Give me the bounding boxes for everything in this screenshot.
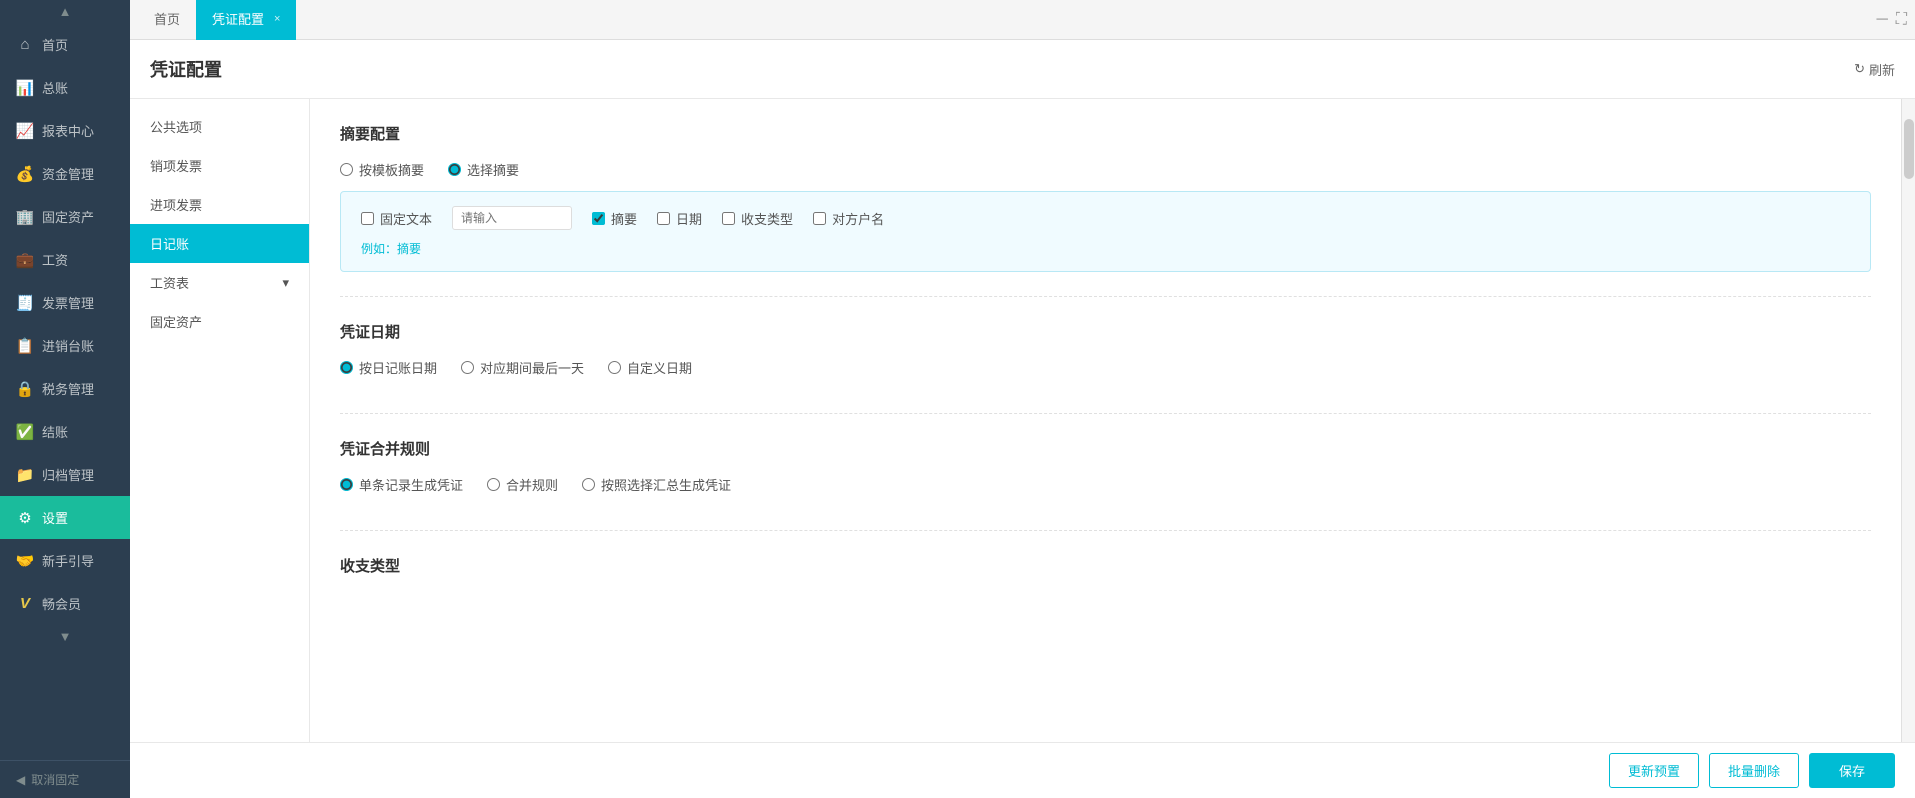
page-title: 凭证配置: [150, 56, 222, 82]
voucher-date-section: 凭证日期 按日记账日期 对应期间最后一天 自定义日期: [340, 321, 1871, 414]
sidebar: ▲ ⌂ 首页 📊 总账 📈 报表中心 💰 资金管理 🏢 固定资产 💼 工资 🧾 …: [0, 0, 130, 798]
merge-radio-single[interactable]: 单条记录生成凭证: [340, 475, 463, 494]
content-body: 公共选项 销项发票 进项发票 日记账 工资表 ▾ 固定资产: [130, 99, 1915, 742]
income-expense-title: 收支类型: [340, 555, 1871, 576]
sidebar-item-ledger[interactable]: 📊 总账: [0, 66, 130, 109]
archive-icon: 📁: [16, 466, 34, 484]
sidebar-scroll-down[interactable]: ▼: [0, 625, 130, 648]
sidebar-item-funds[interactable]: 💰 资金管理: [0, 152, 130, 195]
main-area: 首页 凭证配置 × ─ ⛶ 凭证配置 ↻ 刷新 公共选项 销项发票 进: [130, 0, 1915, 798]
refresh-icon: ↻: [1854, 61, 1865, 77]
checkbox-fixed-text[interactable]: 固定文本: [361, 209, 432, 228]
pin-icon: ◀: [16, 773, 25, 787]
tax-icon: 🔒: [16, 380, 34, 398]
merge-radio-summary[interactable]: 按照选择汇总生成凭证: [582, 475, 731, 494]
batch-delete-button[interactable]: 批量删除: [1709, 753, 1799, 788]
tab-home[interactable]: 首页: [138, 0, 196, 40]
summary-radio-template[interactable]: 按模板摘要: [340, 160, 424, 179]
income-expense-section: 收支类型: [340, 555, 1871, 616]
summary-box: 固定文本 摘要 日期: [340, 191, 1871, 272]
sidebar-item-closing[interactable]: ✅ 结账: [0, 410, 130, 453]
tab-bar: 首页 凭证配置 × ─ ⛶: [130, 0, 1915, 40]
summary-radio-group: 按模板摘要 选择摘要: [340, 160, 1871, 179]
settings-icon: ⚙: [16, 509, 34, 527]
sidebar-unpin-button[interactable]: ◀ 取消固定: [0, 760, 130, 798]
funds-icon: 💰: [16, 165, 34, 183]
chevron-down-icon: ▾: [282, 275, 289, 291]
voucher-date-radio-journal[interactable]: 按日记账日期: [340, 358, 437, 377]
scroll-thumb: [1904, 119, 1914, 179]
checkbox-income-type[interactable]: 收支类型: [722, 209, 793, 228]
sidebar-item-payroll[interactable]: 💼 工资: [0, 238, 130, 281]
sidebar-item-invoice-mgmt[interactable]: 🧾 发票管理: [0, 281, 130, 324]
outer-scrollbar[interactable]: [1901, 99, 1915, 742]
home-icon: ⌂: [16, 36, 34, 54]
sidebar-item-assets[interactable]: 🏢 固定资产: [0, 195, 130, 238]
page-header: 凭证配置 ↻ 刷新: [130, 40, 1915, 99]
summary-radio-select[interactable]: 选择摘要: [448, 160, 519, 179]
summary-checkbox-row: 固定文本 摘要 日期: [361, 206, 1850, 230]
nav-public[interactable]: 公共选项: [130, 107, 309, 146]
summary-section: 摘要配置 按模板摘要 选择摘要: [340, 123, 1871, 297]
checkbox-date[interactable]: 日期: [657, 209, 702, 228]
sidebar-item-report[interactable]: 📈 报表中心: [0, 109, 130, 152]
nav-journal[interactable]: 日记账: [130, 224, 309, 263]
window-controls: ─ ⛶: [1876, 11, 1907, 29]
nav-sales-invoice[interactable]: 销项发票: [130, 146, 309, 185]
sidebar-item-settings[interactable]: ⚙ 设置: [0, 496, 130, 539]
sidebar-item-guide[interactable]: 🤝 新手引导: [0, 539, 130, 582]
merge-rules-radio-group: 单条记录生成凭证 合并规则 按照选择汇总生成凭证: [340, 475, 1871, 494]
nav-fixed-assets[interactable]: 固定资产: [130, 302, 309, 341]
nav-purchase-invoice[interactable]: 进项发票: [130, 185, 309, 224]
sidebar-item-tax[interactable]: 🔒 税务管理: [0, 367, 130, 410]
merge-radio-merge[interactable]: 合并规则: [487, 475, 558, 494]
checkbox-counterparty[interactable]: 对方户名: [813, 209, 884, 228]
merge-rules-section: 凭证合并规则 单条记录生成凭证 合并规则 按照选择汇总生成凭证: [340, 438, 1871, 531]
voucher-date-radio-group: 按日记账日期 对应期间最后一天 自定义日期: [340, 358, 1871, 377]
payroll-icon: 💼: [16, 251, 34, 269]
sidebar-item-archive[interactable]: 📁 归档管理: [0, 453, 130, 496]
closing-icon: ✅: [16, 423, 34, 441]
checkbox-abstract[interactable]: 摘要: [592, 209, 637, 228]
minimize-button[interactable]: ─: [1876, 11, 1887, 29]
tab-voucher-config[interactable]: 凭证配置 ×: [196, 0, 296, 40]
sidebar-item-purchase-sales[interactable]: 📋 进销台账: [0, 324, 130, 367]
sidebar-item-member[interactable]: V 畅会员: [0, 582, 130, 625]
tab-close-button[interactable]: ×: [274, 13, 280, 25]
left-nav: 公共选项 销项发票 进项发票 日记账 工资表 ▾ 固定资产: [130, 99, 310, 742]
summary-title: 摘要配置: [340, 123, 1871, 144]
sidebar-item-home[interactable]: ⌂ 首页: [0, 23, 130, 66]
assets-icon: 🏢: [16, 208, 34, 226]
summary-example: 例如：摘要: [361, 240, 1850, 257]
invoice-mgmt-icon: 🧾: [16, 294, 34, 312]
merge-rules-title: 凭证合并规则: [340, 438, 1871, 459]
update-preview-button[interactable]: 更新预置: [1609, 753, 1699, 788]
sidebar-scroll-up[interactable]: ▲: [0, 0, 130, 23]
member-icon: V: [16, 595, 34, 613]
save-button[interactable]: 保存: [1809, 753, 1895, 788]
bottom-bar: 更新预置 批量删除 保存: [130, 742, 1915, 798]
ledger-icon: 📊: [16, 79, 34, 97]
guide-icon: 🤝: [16, 552, 34, 570]
refresh-button[interactable]: ↻ 刷新: [1854, 60, 1895, 79]
voucher-date-radio-custom[interactable]: 自定义日期: [608, 358, 692, 377]
nav-payroll-table[interactable]: 工资表 ▾: [130, 263, 309, 302]
right-content: 摘要配置 按模板摘要 选择摘要: [310, 99, 1901, 742]
report-icon: 📈: [16, 122, 34, 140]
voucher-date-title: 凭证日期: [340, 321, 1871, 342]
voucher-date-radio-lastday[interactable]: 对应期间最后一天: [461, 358, 584, 377]
purchase-sales-icon: 📋: [16, 337, 34, 355]
maximize-button[interactable]: ⛶: [1896, 11, 1907, 29]
fixed-text-input[interactable]: [452, 206, 572, 230]
